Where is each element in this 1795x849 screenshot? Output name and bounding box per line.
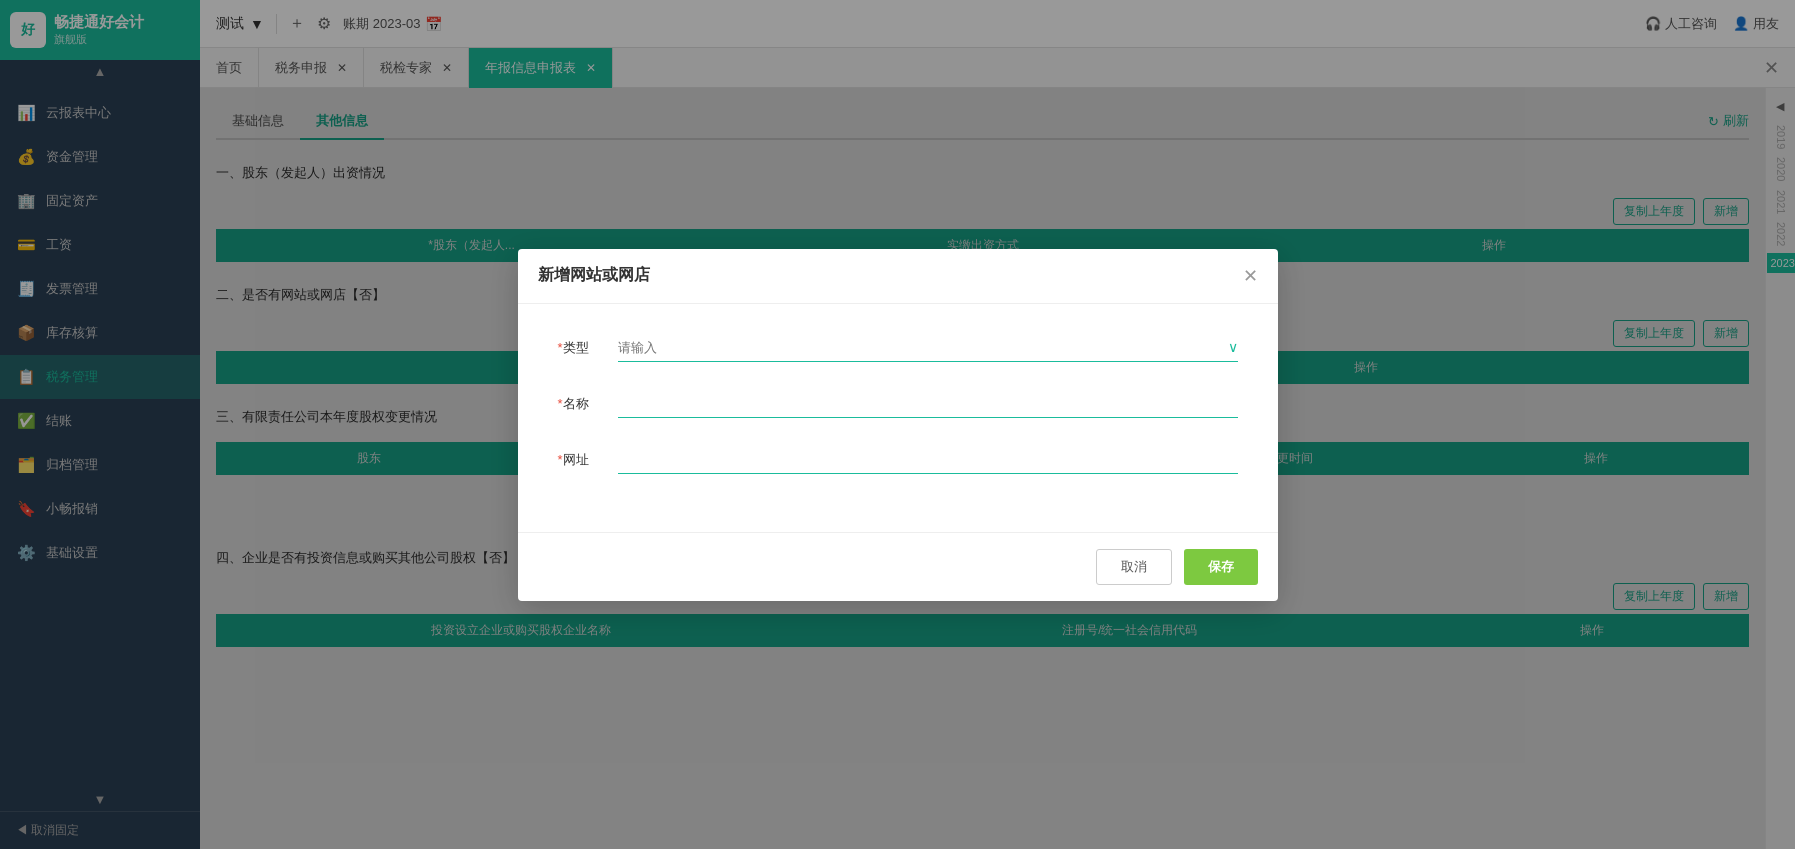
form-label-type: *类型 [558,339,618,357]
dialog-footer: 取消 保存 [518,532,1278,601]
name-input[interactable] [618,390,1238,417]
add-website-dialog: 新增网站或网店 ✕ *类型 ∨ *名称 [518,249,1278,601]
type-input[interactable] [618,334,1228,361]
save-button[interactable]: 保存 [1184,549,1258,585]
required-asterisk-url: * [558,452,563,467]
cancel-button[interactable]: 取消 [1096,549,1172,585]
form-row-url: *网址 [558,446,1238,474]
form-row-name: *名称 [558,390,1238,418]
form-input-wrap-url [618,446,1238,474]
form-row-type: *类型 ∨ [558,334,1238,362]
dialog-title: 新增网站或网店 [538,265,650,286]
dialog-body: *类型 ∨ *名称 *网址 [518,304,1278,532]
dialog-header: 新增网站或网店 ✕ [518,249,1278,304]
type-dropdown-arrow[interactable]: ∨ [1228,339,1238,355]
dialog-overlay: 新增网站或网店 ✕ *类型 ∨ *名称 [0,0,1795,849]
form-label-url: *网址 [558,451,618,469]
form-input-wrap-type: ∨ [618,334,1238,362]
form-input-wrap-name [618,390,1238,418]
required-asterisk-name: * [558,396,563,411]
dialog-close-button[interactable]: ✕ [1243,265,1258,287]
form-label-name: *名称 [558,395,618,413]
url-input[interactable] [618,446,1238,473]
required-asterisk-type: * [558,340,563,355]
